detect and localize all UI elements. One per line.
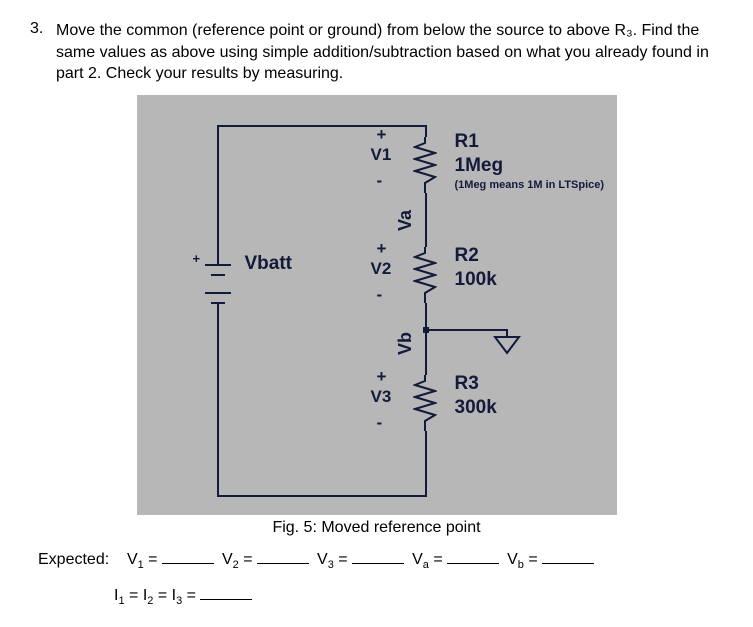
resistor-r2 (413, 247, 437, 303)
v1-label: V1 (371, 145, 392, 165)
question-text: Move the common (reference point or grou… (56, 20, 723, 85)
expected-row: Expected: V1 = V2 = V3 = Va = Vb = (30, 549, 723, 571)
v3-label: V3 (371, 387, 392, 407)
resistor-r3 (413, 375, 437, 431)
r2-name: R2 (455, 245, 479, 267)
expected-v2: V2 = (222, 551, 253, 568)
blank (542, 549, 594, 564)
wire (425, 193, 427, 247)
r1-value: 1Meg (455, 155, 504, 177)
wire (217, 125, 427, 127)
r2-value: 100k (455, 269, 497, 291)
wire (217, 315, 219, 495)
v2-minus: - (377, 285, 383, 305)
r3-name: R3 (455, 373, 479, 395)
v1-plus: + (377, 125, 387, 145)
circuit-diagram: + Vbatt R1 1Meg (1Meg means 1M in LTSpic… (137, 95, 617, 515)
blank (162, 549, 214, 564)
expected-va: Va = (412, 551, 443, 568)
blank (257, 549, 309, 564)
v2-plus: + (377, 239, 387, 259)
expected-prefix: Expected: (38, 551, 109, 568)
figure-caption: Fig. 5: Moved reference point (30, 519, 723, 537)
blank (352, 549, 404, 564)
battery-label: Vbatt (245, 253, 293, 275)
expected-row-current: I1 = I2 = I3 = (30, 585, 723, 607)
expected-i: I1 = I2 = I3 = (114, 587, 196, 604)
v3-minus: - (377, 413, 383, 433)
question-block: 3. Move the common (reference point or g… (30, 20, 723, 85)
wire (425, 303, 427, 375)
battery-symbol (199, 253, 237, 317)
r3-value: 300k (455, 397, 497, 419)
expected-v3: V3 = (317, 551, 348, 568)
resistor-r1 (413, 137, 437, 193)
v2-label: V2 (371, 259, 392, 279)
expected-vb: Vb = (507, 551, 538, 568)
battery-plus: + (193, 251, 201, 266)
wire (217, 125, 219, 255)
v3-plus: + (377, 367, 387, 387)
r1-note: (1Meg means 1M in LTSpice) (455, 179, 605, 191)
wire (217, 495, 427, 497)
blank (447, 549, 499, 564)
r1-name: R1 (455, 131, 479, 153)
v1-minus: - (377, 171, 383, 191)
vb-label: Vb (395, 332, 416, 355)
ground-icon (493, 323, 533, 357)
expected-v1: V1 = (127, 551, 158, 568)
wire (425, 431, 427, 495)
wire (425, 125, 427, 137)
question-number: 3. (30, 20, 56, 38)
va-label: Va (395, 210, 416, 231)
blank (200, 585, 252, 600)
